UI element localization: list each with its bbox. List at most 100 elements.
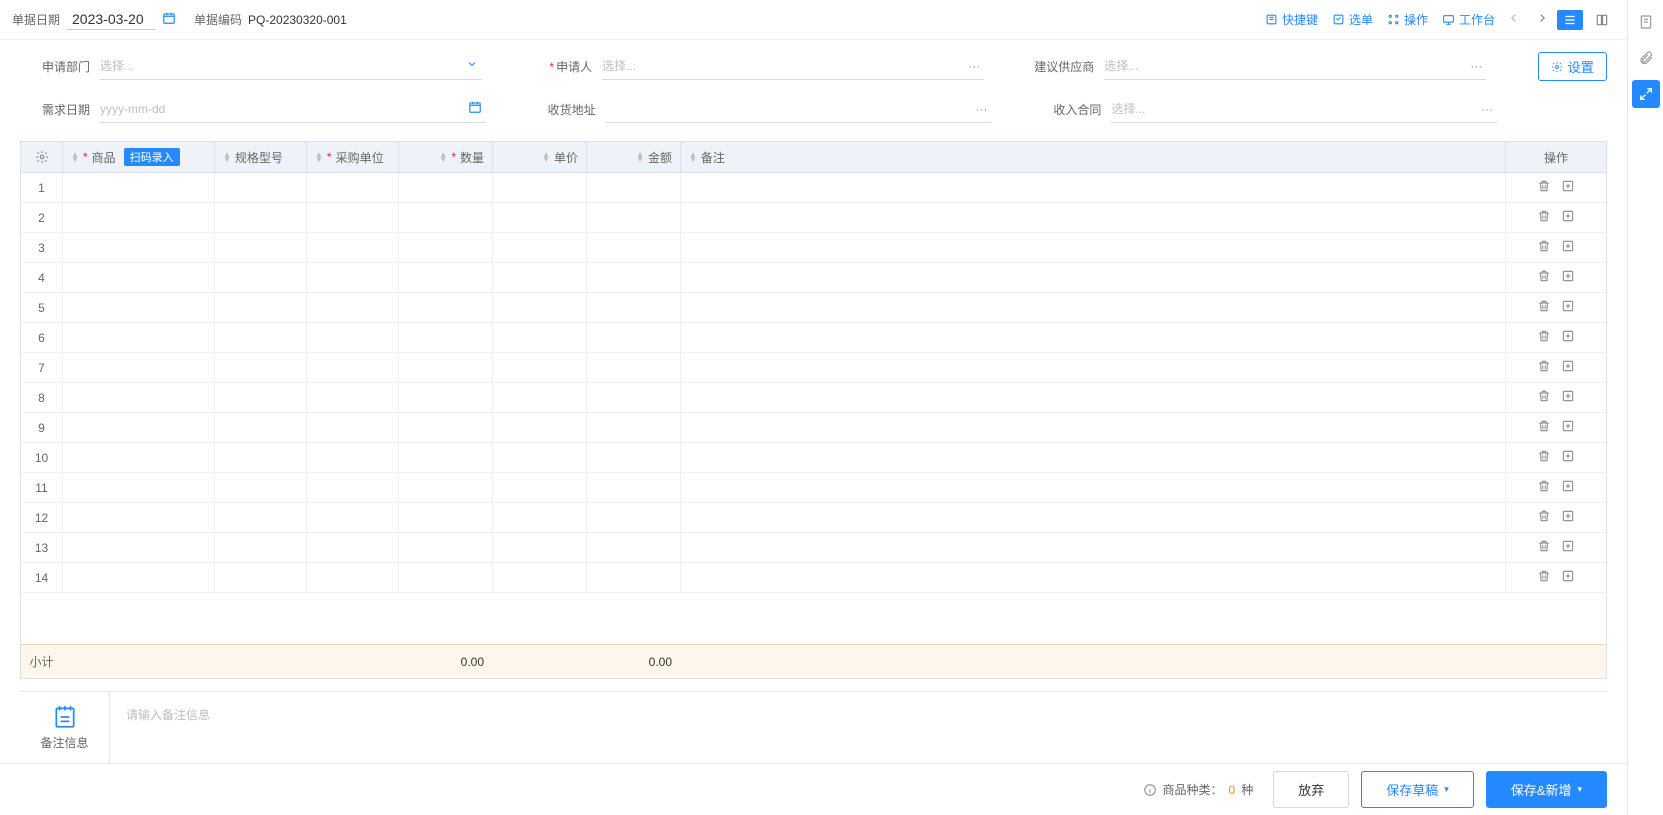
delete-row-icon[interactable] xyxy=(1537,509,1551,526)
cell-price[interactable] xyxy=(493,413,587,442)
cell-price[interactable] xyxy=(493,563,587,592)
scan-tag[interactable]: 扫码录入 xyxy=(124,148,180,166)
view-grid-icon[interactable] xyxy=(1589,10,1615,30)
add-row-icon[interactable] xyxy=(1561,239,1575,256)
cell-amount[interactable] xyxy=(587,473,681,502)
cell-remark[interactable] xyxy=(681,413,1506,442)
cell-spec[interactable] xyxy=(215,293,307,322)
cell-unit[interactable] xyxy=(307,323,399,352)
cell-amount[interactable] xyxy=(587,173,681,202)
cell-product[interactable] xyxy=(63,203,215,232)
table-row[interactable]: 14 xyxy=(21,563,1606,593)
table-row[interactable]: 9 xyxy=(21,413,1606,443)
cell-unit[interactable] xyxy=(307,383,399,412)
cell-price[interactable] xyxy=(493,383,587,412)
cell-qty[interactable] xyxy=(399,323,493,352)
contract-select[interactable]: 选择... ··· xyxy=(1111,95,1497,123)
discard-button[interactable]: 放弃 xyxy=(1273,771,1349,808)
delete-row-icon[interactable] xyxy=(1537,299,1551,316)
add-row-icon[interactable] xyxy=(1561,449,1575,466)
cell-spec[interactable] xyxy=(215,533,307,562)
cell-unit[interactable] xyxy=(307,233,399,262)
cell-unit[interactable] xyxy=(307,443,399,472)
cell-spec[interactable] xyxy=(215,563,307,592)
cell-product[interactable] xyxy=(63,233,215,262)
add-row-icon[interactable] xyxy=(1561,539,1575,556)
gear-icon[interactable] xyxy=(21,142,63,172)
table-row[interactable]: 11 xyxy=(21,473,1606,503)
table-row[interactable]: 3 xyxy=(21,233,1606,263)
cell-qty[interactable] xyxy=(399,383,493,412)
cell-unit[interactable] xyxy=(307,533,399,562)
bill-date-value[interactable]: 2023-03-20 xyxy=(66,9,156,30)
ellipsis-icon[interactable]: ··· xyxy=(1477,102,1497,116)
select-bill-button[interactable]: 选单 xyxy=(1332,11,1373,28)
cell-remark[interactable] xyxy=(681,293,1506,322)
add-row-icon[interactable] xyxy=(1561,359,1575,376)
col-remark[interactable]: ▲▼备注 xyxy=(681,142,1506,172)
cell-spec[interactable] xyxy=(215,383,307,412)
cell-product[interactable] xyxy=(63,173,215,202)
cell-unit[interactable] xyxy=(307,203,399,232)
col-amount[interactable]: ▲▼金额 xyxy=(587,142,681,172)
cell-product[interactable] xyxy=(63,383,215,412)
calendar-icon[interactable] xyxy=(464,100,486,117)
delete-row-icon[interactable] xyxy=(1537,569,1551,586)
shortcut-button[interactable]: 快捷键 xyxy=(1265,11,1318,28)
cell-price[interactable] xyxy=(493,323,587,352)
demand-date-field[interactable] xyxy=(100,102,464,116)
table-row[interactable]: 4 xyxy=(21,263,1606,293)
cell-spec[interactable] xyxy=(215,353,307,382)
cell-qty[interactable] xyxy=(399,263,493,292)
cell-spec[interactable] xyxy=(215,233,307,262)
col-price[interactable]: ▲▼单价 xyxy=(493,142,587,172)
cell-qty[interactable] xyxy=(399,353,493,382)
cell-qty[interactable] xyxy=(399,503,493,532)
cell-qty[interactable] xyxy=(399,563,493,592)
cell-amount[interactable] xyxy=(587,503,681,532)
ship-addr-select[interactable]: ··· xyxy=(606,95,992,123)
cell-qty[interactable] xyxy=(399,173,493,202)
delete-row-icon[interactable] xyxy=(1537,479,1551,496)
col-qty[interactable]: ▲▼*数量 xyxy=(399,142,493,172)
cell-remark[interactable] xyxy=(681,263,1506,292)
cell-product[interactable] xyxy=(63,293,215,322)
demand-date-input[interactable] xyxy=(100,95,486,123)
remark-input[interactable] xyxy=(126,708,1591,722)
cell-product[interactable] xyxy=(63,263,215,292)
cell-product[interactable] xyxy=(63,503,215,532)
cell-remark[interactable] xyxy=(681,353,1506,382)
prev-icon[interactable] xyxy=(1505,10,1523,29)
settings-button[interactable]: 设置 xyxy=(1538,52,1607,81)
delete-row-icon[interactable] xyxy=(1537,269,1551,286)
add-row-icon[interactable] xyxy=(1561,209,1575,226)
cell-remark[interactable] xyxy=(681,563,1506,592)
col-spec[interactable]: ▲▼规格型号 xyxy=(215,142,307,172)
cell-amount[interactable] xyxy=(587,533,681,562)
cell-product[interactable] xyxy=(63,413,215,442)
cell-product[interactable] xyxy=(63,533,215,562)
cell-price[interactable] xyxy=(493,233,587,262)
cell-unit[interactable] xyxy=(307,263,399,292)
workbench-button[interactable]: 工作台 xyxy=(1442,11,1495,28)
col-product[interactable]: ▲▼ *商品 扫码录入 xyxy=(63,142,215,172)
cell-product[interactable] xyxy=(63,473,215,502)
cell-unit[interactable] xyxy=(307,503,399,532)
cell-qty[interactable] xyxy=(399,533,493,562)
delete-row-icon[interactable] xyxy=(1537,329,1551,346)
cell-amount[interactable] xyxy=(587,293,681,322)
cell-amount[interactable] xyxy=(587,443,681,472)
delete-row-icon[interactable] xyxy=(1537,209,1551,226)
cell-unit[interactable] xyxy=(307,413,399,442)
cell-unit[interactable] xyxy=(307,293,399,322)
cell-spec[interactable] xyxy=(215,443,307,472)
delete-row-icon[interactable] xyxy=(1537,359,1551,376)
cell-remark[interactable] xyxy=(681,173,1506,202)
next-icon[interactable] xyxy=(1533,10,1551,29)
cell-spec[interactable] xyxy=(215,323,307,352)
cell-spec[interactable] xyxy=(215,203,307,232)
table-row[interactable]: 1 xyxy=(21,173,1606,203)
table-row[interactable]: 8 xyxy=(21,383,1606,413)
view-list-icon[interactable] xyxy=(1557,10,1583,30)
add-row-icon[interactable] xyxy=(1561,179,1575,196)
